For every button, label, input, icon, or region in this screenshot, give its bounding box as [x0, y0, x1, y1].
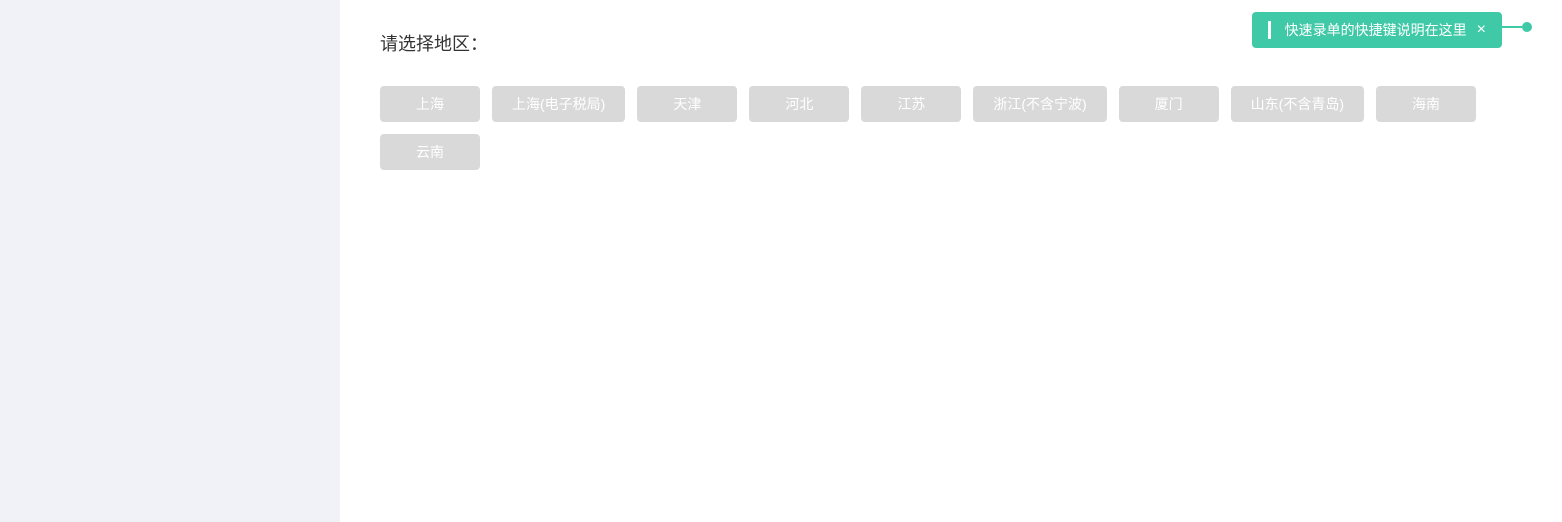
region-button-5[interactable]: 浙江(不含宁波) [973, 86, 1106, 122]
left-sidebar [0, 0, 340, 522]
region-button-1[interactable]: 上海(电子税局) [492, 86, 625, 122]
tooltip-close-button[interactable]: × [1477, 22, 1486, 38]
region-buttons-container: 上海上海(电子税局) 天津河北江苏浙江(不含宁波) 厦门山东(不含青岛) 海南云南 [380, 86, 1522, 170]
main-content: 请选择地区： 上海上海(电子税局)天津河北江苏浙江(不含宁波)厦门山东(不含青岛… [340, 0, 1562, 522]
region-button-2[interactable]: 天津 [637, 86, 737, 122]
region-button-4[interactable]: 江苏 [861, 86, 961, 122]
tooltip-banner: 快速录单的快捷键说明在这里 × [1252, 12, 1502, 48]
region-button-0[interactable]: 上海 [380, 86, 480, 122]
tooltip-connector-line [1502, 26, 1522, 28]
region-button-8[interactable]: 海南 [1376, 86, 1476, 122]
region-button-6[interactable]: 厦门 [1119, 86, 1219, 122]
region-button-7[interactable]: 山东(不含青岛) [1231, 86, 1364, 122]
tooltip-connector-dot [1522, 22, 1532, 32]
tooltip-text: 快速录单的快捷键说明在这里 [1285, 20, 1467, 40]
region-button-3[interactable]: 河北 [749, 86, 849, 122]
region-button-9[interactable]: 云南 [380, 134, 480, 170]
